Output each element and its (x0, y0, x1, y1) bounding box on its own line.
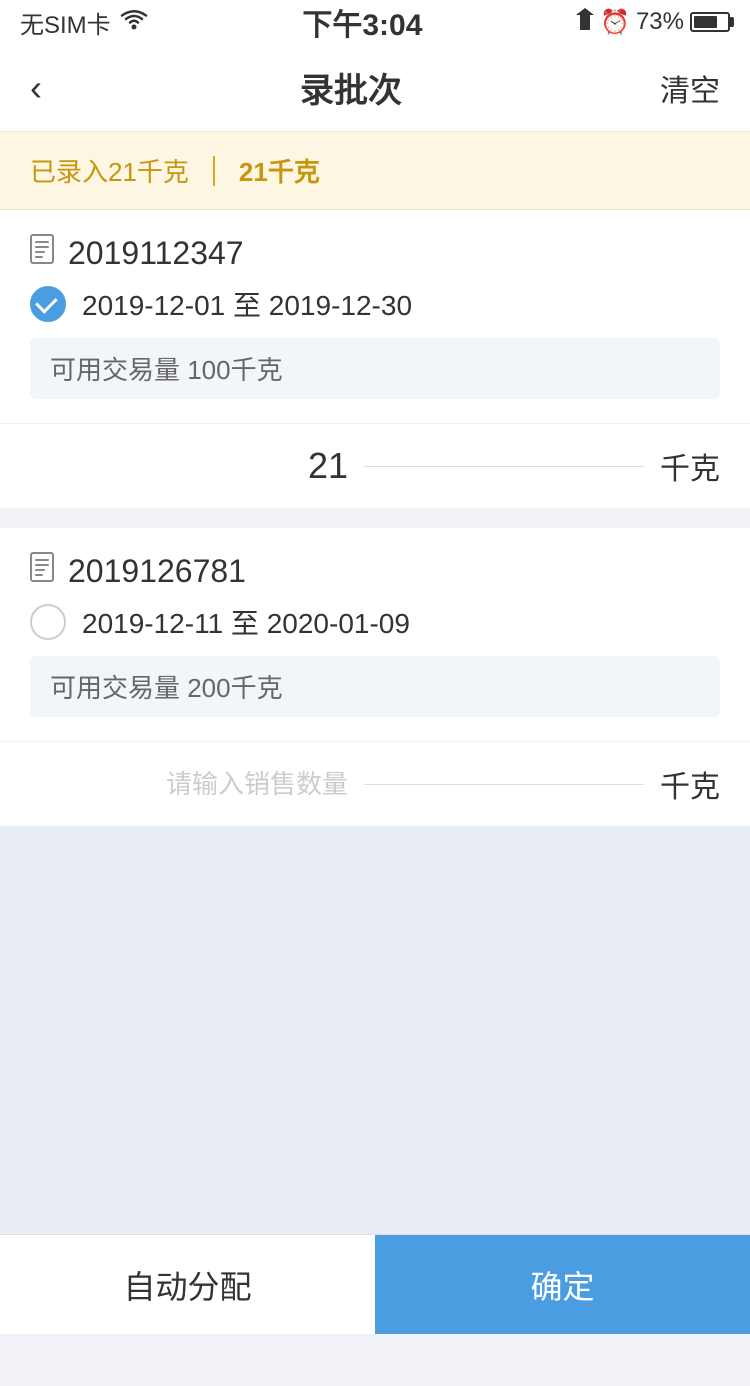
quantity-unit-2: 千克 (660, 762, 720, 806)
radio-1[interactable] (30, 286, 66, 322)
recorded-label: 已录入21千克 (30, 152, 189, 189)
quantity-row-2: 千克 (0, 741, 750, 826)
batch-date-row-1[interactable]: 2019-12-01 至 2019-12-30 (30, 284, 720, 324)
batch-id-2: 2019126781 (68, 553, 246, 590)
batch-id-1: 2019112347 (68, 235, 244, 272)
batch-date-1: 2019-12-01 至 2019-12-30 (82, 284, 412, 324)
summary-value: 21千克 (239, 152, 320, 189)
status-right: ⏰ 73% (576, 8, 730, 37)
page-title: 录批次 (300, 63, 402, 112)
battery-percent: 73% (636, 8, 684, 36)
empty-area (0, 826, 750, 1286)
quantity-underline-2 (364, 784, 644, 785)
batch-id-row-1: 2019112347 (30, 234, 720, 272)
batch-available-2: 可用交易量 200千克 (30, 656, 720, 717)
batch-card-1: 2019112347 2019-12-01 至 2019-12-30 可用交易量… (0, 210, 750, 508)
content-area: 2019112347 2019-12-01 至 2019-12-30 可用交易量… (0, 210, 750, 1386)
batch-card-2: 2019126781 2019-12-11 至 2020-01-09 可用交易量… (0, 528, 750, 826)
quantity-filled-1: 21 (308, 445, 348, 487)
batch-available-1: 可用交易量 100千克 (30, 338, 720, 399)
bottom-bar: 自动分配 确定 (0, 1234, 750, 1334)
batch-date-2: 2019-12-11 至 2020-01-09 (82, 602, 410, 642)
clear-button[interactable]: 清空 (660, 66, 720, 110)
quantity-input-2[interactable] (68, 768, 348, 800)
alarm-icon: ⏰ (600, 8, 630, 37)
wifi-icon (119, 8, 149, 37)
doc-icon-1 (30, 234, 58, 272)
summary-banner: 已录入21千克 21千克 (0, 132, 750, 210)
status-bar: 无SIM卡 下午3:04 ⏰ 73% (0, 0, 750, 44)
quantity-unit-1: 千克 (660, 444, 720, 488)
radio-2[interactable] (30, 604, 66, 640)
quantity-underline-1 (364, 466, 644, 467)
nav-bar: ‹ 录批次 清空 (0, 44, 750, 132)
batch-id-row-2: 2019126781 (30, 552, 720, 590)
status-time: 下午3:04 (302, 0, 422, 44)
summary-divider (213, 156, 215, 186)
status-left: 无SIM卡 (20, 5, 149, 40)
section-divider-1 (0, 508, 750, 528)
battery-icon (690, 12, 730, 32)
confirm-button[interactable]: 确定 (375, 1235, 750, 1334)
back-button[interactable]: ‹ (30, 67, 42, 109)
batch-date-row-2[interactable]: 2019-12-11 至 2020-01-09 (30, 602, 720, 642)
carrier-text: 无SIM卡 (20, 5, 111, 40)
auto-distribute-button[interactable]: 自动分配 (0, 1235, 375, 1334)
quantity-row-1: 21 千克 (0, 423, 750, 508)
doc-icon-2 (30, 552, 58, 590)
location-icon (576, 8, 594, 37)
